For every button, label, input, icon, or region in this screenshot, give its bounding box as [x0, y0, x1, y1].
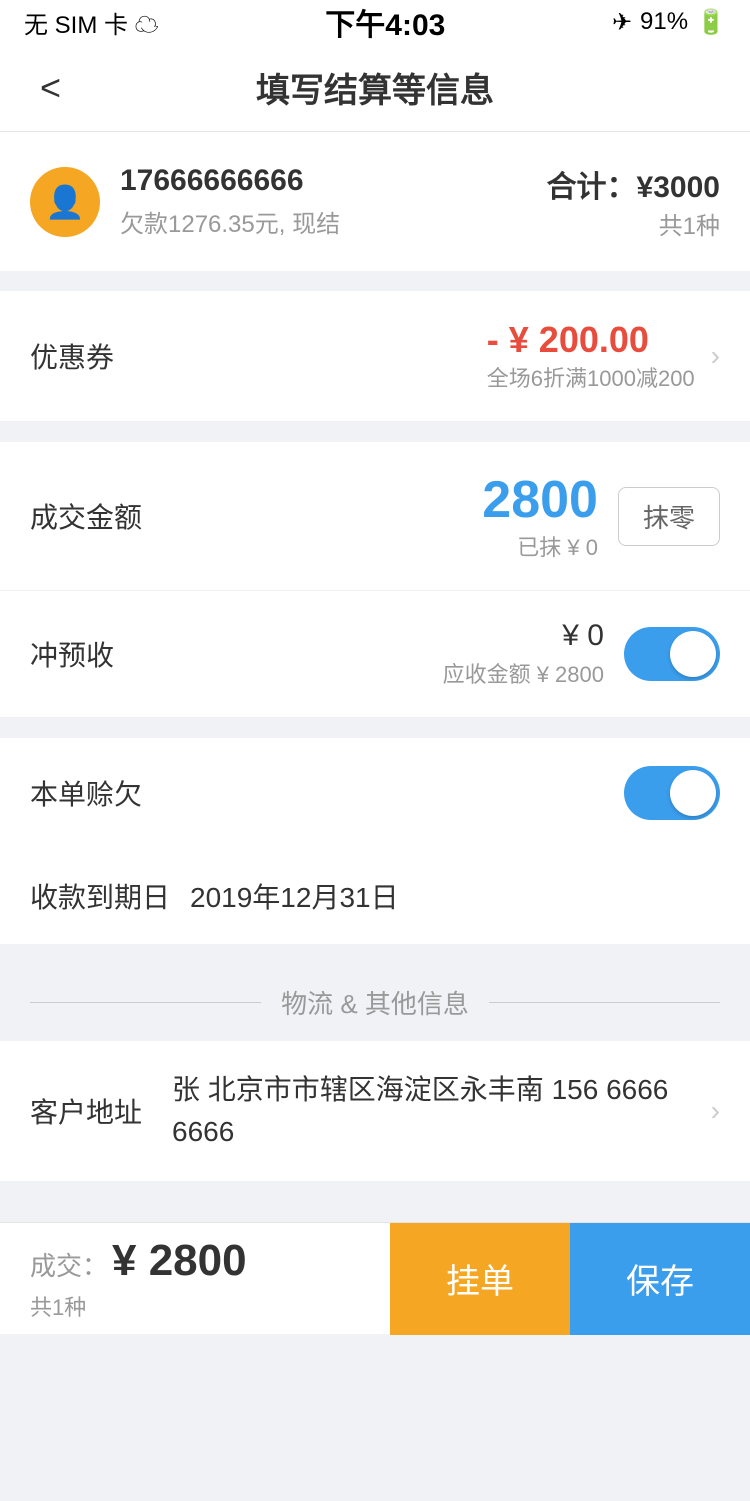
deal-amount-right: 2800 已抹 ¥ 0 抹零 — [482, 470, 720, 562]
page-title: 填写结算等信息 — [256, 63, 494, 112]
bottom-count: 共1种 — [30, 1290, 360, 1322]
due-date-value: 2019年12月31日 — [190, 876, 399, 916]
customer-row: 👤 17666666666 欠款1276.35元, 现结 合计：¥3000 共1… — [0, 132, 750, 271]
section-divider-3 — [0, 944, 750, 964]
save-button[interactable]: 保存 — [570, 1223, 750, 1335]
hang-order-button[interactable]: 挂单 — [390, 1223, 570, 1335]
nav-bar: < 填写结算等信息 — [0, 44, 750, 132]
address-label: 客户地址 — [30, 1091, 142, 1131]
coupon-right: - ¥ 200.00 全场6折满1000减200 › — [487, 319, 720, 393]
status-right: ✈ 91% 🔋 — [612, 8, 726, 37]
bottom-deal-wrap: 成交： ¥ 2800 — [30, 1236, 360, 1286]
debit-toggle[interactable] — [624, 766, 720, 820]
prepay-right: ¥ 0 应收金额 ¥ 2800 — [443, 619, 720, 689]
address-chevron-icon: › — [711, 1095, 720, 1127]
deal-amount-row: 成交金额 2800 已抹 ¥ 0 抹零 — [0, 442, 750, 591]
debit-row: 本单赊欠 — [0, 738, 750, 848]
bottom-amount: ¥ 2800 — [112, 1236, 247, 1286]
section-divider-2 — [0, 718, 750, 738]
customer-left: 👤 17666666666 欠款1276.35元, 现结 — [30, 164, 340, 239]
prepay-values: ¥ 0 应收金额 ¥ 2800 — [443, 619, 604, 689]
logistics-header: 物流 & 其他信息 — [0, 964, 750, 1041]
battery-icon: 🔋 — [696, 8, 726, 37]
customer-phone: 17666666666 — [120, 164, 340, 198]
address-row[interactable]: 客户地址 张 北京市市辖区海淀区永丰南 156 6666 6666 › — [0, 1041, 750, 1181]
logistics-line-right — [489, 1002, 720, 1003]
coupon-detail: 全场6折满1000减200 — [487, 361, 695, 393]
deal-amount-value: 2800 — [482, 470, 598, 530]
avatar: 👤 — [30, 167, 100, 237]
customer-info: 17666666666 欠款1276.35元, 现结 — [120, 164, 340, 239]
total-count: 共1种 — [547, 206, 720, 241]
deal-amount-wrap: 2800 已抹 ¥ 0 — [482, 470, 598, 562]
prepay-label: 冲预收 — [30, 634, 114, 674]
sim-label: 无 SIM 卡 ☁ — [24, 5, 159, 40]
prepay-row: 冲预收 ¥ 0 应收金额 ¥ 2800 — [0, 591, 750, 718]
customer-sub-text: 欠款1276.35元, 现结 — [120, 204, 340, 239]
back-button[interactable]: < — [30, 57, 71, 119]
due-date-label: 收款到期日 — [30, 876, 170, 916]
customer-right: 合计：¥3000 共1种 — [547, 162, 720, 241]
section-divider-1 — [0, 422, 750, 442]
chevron-right-icon: › — [711, 340, 720, 372]
logistics-line-left — [30, 1002, 261, 1003]
status-bar: 无 SIM 卡 ☁ 下午4:03 ✈ 91% 🔋 — [0, 0, 750, 44]
avatar-icon: 👤 — [45, 183, 85, 221]
status-left: 无 SIM 卡 ☁ — [24, 5, 159, 40]
location-icon: ✈ — [612, 8, 632, 37]
bottom-info: 成交： ¥ 2800 共1种 — [0, 1236, 390, 1322]
coupon-value: - ¥ 200.00 — [487, 319, 695, 361]
bottom-bar: 成交： ¥ 2800 共1种 挂单 保存 — [0, 1222, 750, 1334]
total-amount: 合计：¥3000 — [547, 162, 720, 206]
logistics-title: 物流 & 其他信息 — [281, 984, 469, 1021]
coupon-value-wrap: - ¥ 200.00 全场6折满1000减200 — [487, 319, 695, 393]
due-date-row: 收款到期日 2019年12月31日 — [0, 848, 750, 944]
prepay-toggle[interactable] — [624, 627, 720, 681]
prepay-amount: ¥ 0 — [562, 619, 604, 653]
prepay-sub: 应收金额 ¥ 2800 — [443, 657, 604, 689]
battery-label: 91% — [640, 8, 688, 36]
deal-amount-sub: 已抹 ¥ 0 — [517, 530, 598, 562]
bottom-deal-label: 成交： — [30, 1246, 108, 1283]
address-value: 张 北京市市辖区海淀区永丰南 156 6666 6666 — [172, 1069, 711, 1153]
round-zero-button[interactable]: 抹零 — [618, 487, 720, 546]
status-time: 下午4:03 — [325, 0, 445, 44]
coupon-label: 优惠券 — [30, 336, 114, 376]
coupon-row[interactable]: 优惠券 - ¥ 200.00 全场6折满1000减200 › — [0, 291, 750, 422]
deal-amount-label: 成交金额 — [30, 496, 142, 536]
debit-label: 本单赊欠 — [30, 773, 142, 813]
